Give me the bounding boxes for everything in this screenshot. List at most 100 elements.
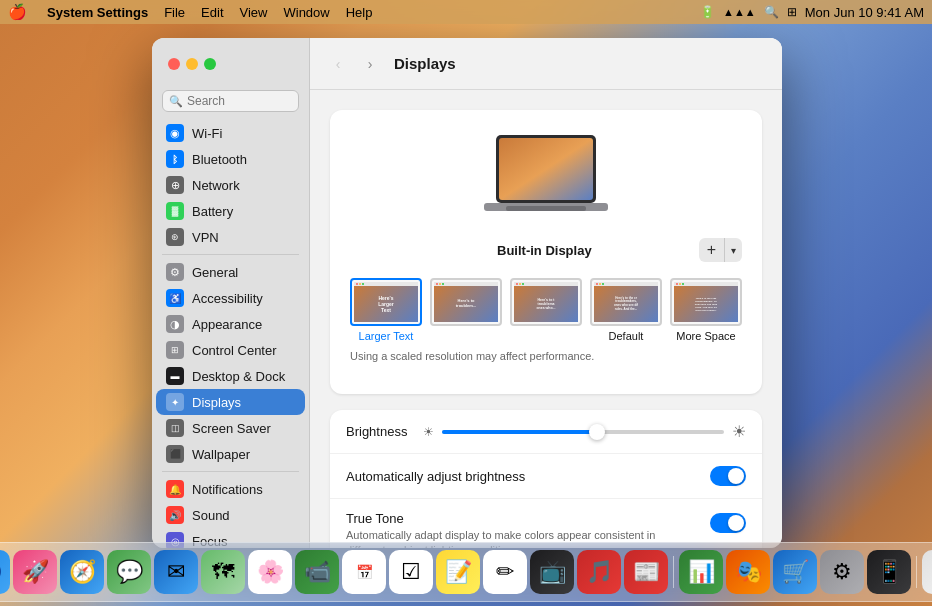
displays-icon: ✦ (166, 393, 184, 411)
resolution-preview-2: Here's totroublem... (430, 278, 502, 326)
dock-maps[interactable]: 🗺 (201, 550, 245, 594)
back-button[interactable]: ‹ (326, 52, 350, 76)
dock: 🔵 🚀 🧭 💬 ✉ 🗺 🌸 📹 📅 ☑ 📝 ✏ 📺 (0, 542, 932, 602)
sidebar-item-general[interactable]: ⚙ General (156, 259, 305, 285)
dock-finder[interactable]: 🔵 (0, 550, 10, 594)
dock-systemsettings[interactable]: ⚙ (820, 550, 864, 594)
sidebar-item-vpn[interactable]: ⊛ VPN (156, 224, 305, 250)
resolution-more-space[interactable]: Here's to the craztroublemakers. Thones … (670, 278, 742, 342)
resolution-option-3[interactable]: Here's to ttroublemaones who... (510, 278, 582, 342)
fullscreen-button[interactable] (204, 58, 216, 70)
resolution-preview-3: Here's to ttroublemaones who... (510, 278, 582, 326)
dock-launchpad[interactable]: 🚀 (13, 550, 57, 594)
brightness-slider[interactable]: ☀ ☀ (423, 422, 746, 441)
sidebar-label-bluetooth: Bluetooth (192, 152, 247, 167)
sidebar-label-battery: Battery (192, 204, 233, 219)
resolution-preview-larger: Here'sLargerText (350, 278, 422, 326)
apple-logo-icon[interactable]: 🍎 (8, 3, 27, 21)
dock-mail[interactable]: ✉ (154, 550, 198, 594)
menubar-window[interactable]: Window (283, 5, 329, 20)
dock-news[interactable]: 📰 (624, 550, 668, 594)
calendar-icon: 📅 (356, 564, 373, 580)
sidebar-item-controlcenter[interactable]: ⊞ Control Center (156, 337, 305, 363)
dock-facetime[interactable]: 📹 (295, 550, 339, 594)
dock-appstore[interactable]: 🛒 (773, 550, 817, 594)
sidebar-item-network[interactable]: ⊕ Network (156, 172, 305, 198)
sidebar-item-sound[interactable]: 🔊 Sound (156, 502, 305, 528)
dock-freeform[interactable]: ✏ (483, 550, 527, 594)
sidebar-item-appearance[interactable]: ◑ Appearance (156, 311, 305, 337)
finder-icon: 🔵 (0, 559, 2, 585)
menubar-app-name[interactable]: System Settings (47, 5, 148, 20)
sidebar-label-general: General (192, 265, 238, 280)
sidebar-label-displays: Displays (192, 395, 241, 410)
sidebar-item-bluetooth[interactable]: ᛒ Bluetooth (156, 146, 305, 172)
true-tone-toggle[interactable] (710, 513, 746, 533)
dock-photos[interactable]: 🌸 (248, 550, 292, 594)
svg-rect-1 (499, 138, 593, 200)
messages-icon: 💬 (116, 559, 143, 585)
sidebar-item-displays[interactable]: ✦ Displays (156, 389, 305, 415)
notes-icon: 📝 (445, 559, 472, 585)
page-title: Displays (394, 55, 456, 72)
display-preview: Built-in Display + ▾ (350, 130, 742, 262)
add-display-button[interactable]: + ▾ (699, 238, 742, 262)
dock-numbers[interactable]: 📊 (679, 550, 723, 594)
content-scroll-area[interactable]: Built-in Display + ▾ (310, 90, 782, 548)
true-tone-label: True Tone (346, 511, 694, 526)
dock-safari[interactable]: 🧭 (60, 550, 104, 594)
display-card: Built-in Display + ▾ (330, 110, 762, 394)
sidebar-label-appearance: Appearance (192, 317, 262, 332)
dock-separator (673, 556, 674, 588)
traffic-lights (168, 58, 216, 70)
menubar-view[interactable]: View (240, 5, 268, 20)
resolution-option-2[interactable]: Here's totroublem... (430, 278, 502, 342)
screensaver-icon: ◫ (166, 419, 184, 437)
sidebar-item-wifi[interactable]: ◉ Wi-Fi (156, 120, 305, 146)
sidebar-label-wallpaper: Wallpaper (192, 447, 250, 462)
sidebar-label-vpn: VPN (192, 230, 219, 245)
menubar-help[interactable]: Help (346, 5, 373, 20)
dock-iphone-mirroring[interactable]: 📱 (867, 550, 911, 594)
sidebar-titlebar (152, 38, 309, 90)
sidebar-label-accessibility: Accessibility (192, 291, 263, 306)
dock-keynote[interactable]: 🎭 (726, 550, 770, 594)
dock-messages[interactable]: 💬 (107, 550, 151, 594)
minimize-button[interactable] (186, 58, 198, 70)
dock-reminders[interactable]: ☑ (389, 550, 433, 594)
reminders-icon: ☑ (401, 559, 421, 585)
sidebar-item-screensaver[interactable]: ◫ Screen Saver (156, 415, 305, 441)
forward-button[interactable]: › (358, 52, 382, 76)
brightness-thumb[interactable] (589, 424, 605, 440)
sidebar-item-battery[interactable]: ▓ Battery (156, 198, 305, 224)
brightness-low-icon: ☀ (423, 425, 434, 439)
dock-separator-2 (916, 556, 917, 588)
launchpad-icon: 🚀 (22, 559, 49, 585)
sidebar-item-desktopdock[interactable]: ▬ Desktop & Dock (156, 363, 305, 389)
auto-brightness-toggle[interactable] (710, 466, 746, 486)
dock-calendar[interactable]: 📅 (342, 550, 386, 594)
sidebar: 🔍 ◉ Wi-Fi ᛒ Bluetooth ⊕ Network ▓ (152, 38, 310, 548)
menubar-right: 🔋 ▲▲▲ 🔍 ⊞ Mon Jun 10 9:41 AM (700, 5, 924, 20)
dropdown-icon: ▾ (725, 242, 742, 259)
dock-notes[interactable]: 📝 (436, 550, 480, 594)
sidebar-item-notifications[interactable]: 🔔 Notifications (156, 476, 305, 502)
auto-brightness-label: Automatically adjust brightness (346, 469, 525, 484)
brightness-track[interactable] (442, 430, 724, 434)
dock-trash[interactable]: 🗑 (922, 550, 932, 594)
menubar-file[interactable]: File (164, 5, 185, 20)
menubar: 🍎 System Settings File Edit View Window … (0, 0, 932, 24)
notifications-icon: 🔔 (166, 480, 184, 498)
resolution-default[interactable]: Here's to the crtroublemakers,ones who s… (590, 278, 662, 342)
search-icon[interactable]: 🔍 (764, 5, 779, 19)
sidebar-item-accessibility[interactable]: ♿ Accessibility (156, 285, 305, 311)
dock-tv[interactable]: 📺 (530, 550, 574, 594)
menubar-edit[interactable]: Edit (201, 5, 223, 20)
resolution-larger-text[interactable]: Here'sLargerText Larger Text (350, 278, 422, 342)
resolution-options: Here'sLargerText Larger Text (350, 278, 742, 342)
display-name-row: Built-in Display + ▾ (350, 238, 742, 262)
sidebar-item-wallpaper[interactable]: ⬛ Wallpaper (156, 441, 305, 467)
wallpaper-icon: ⬛ (166, 445, 184, 463)
dock-music[interactable]: 🎵 (577, 550, 621, 594)
close-button[interactable] (168, 58, 180, 70)
